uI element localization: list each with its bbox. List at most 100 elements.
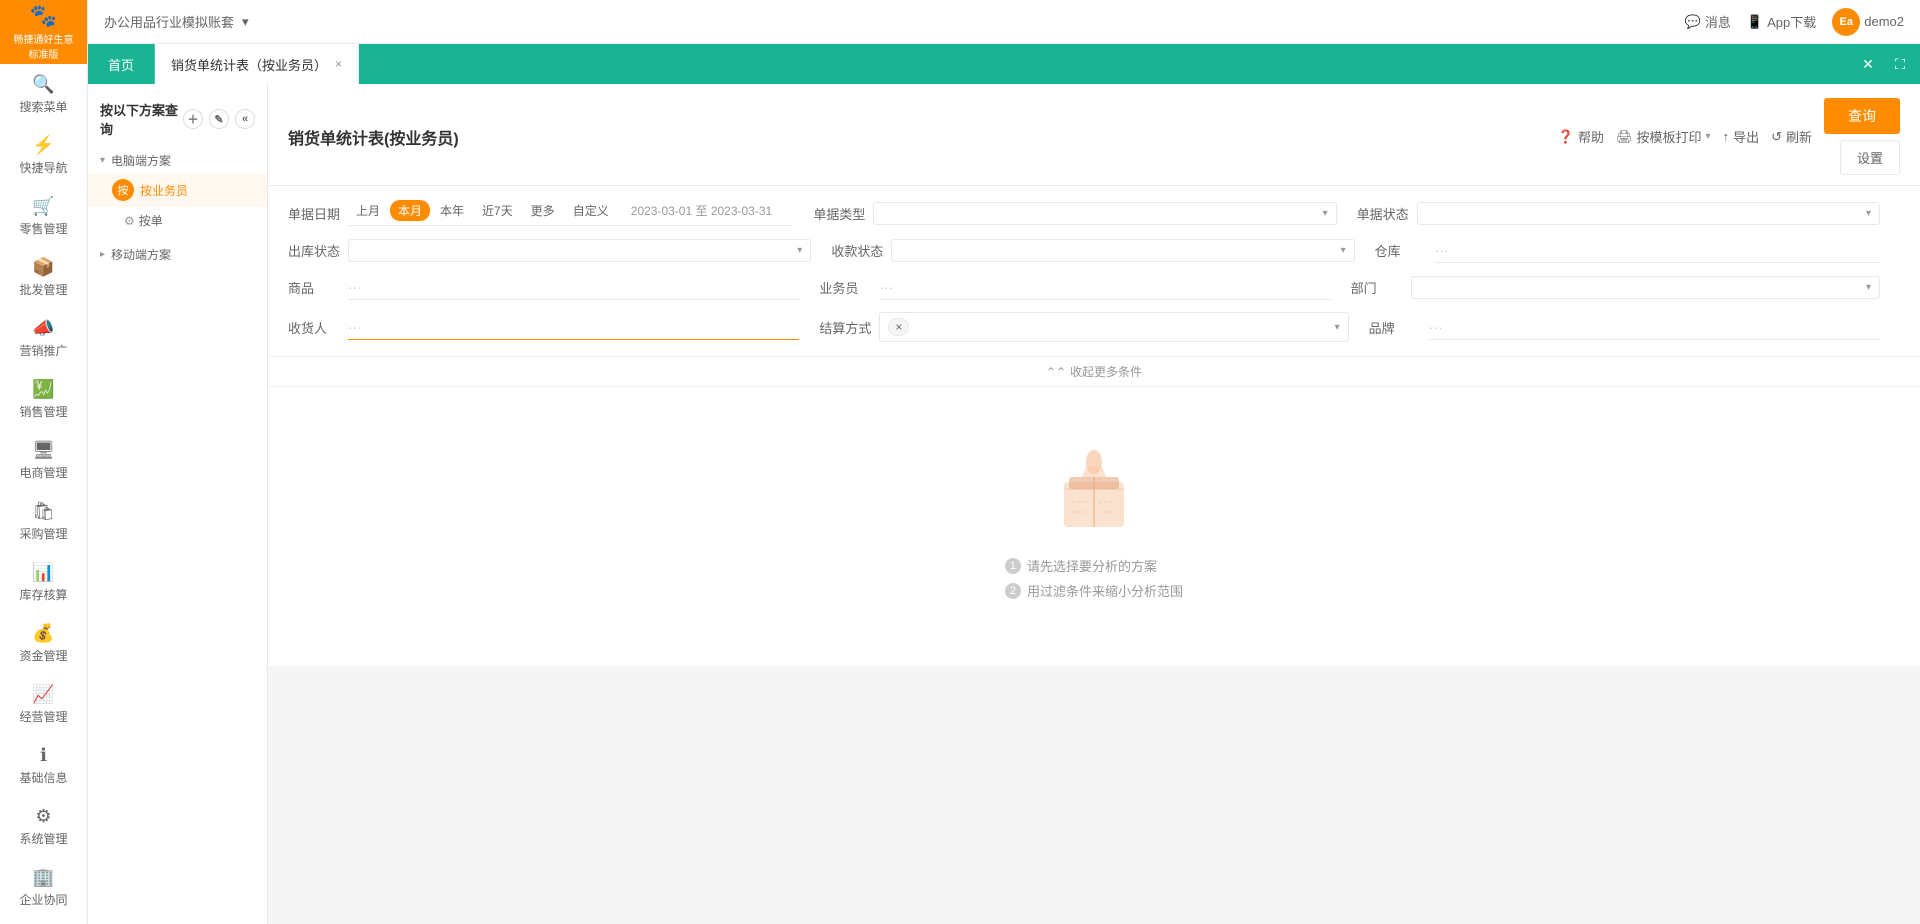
topbar-right: 💬 消息 📱 App下载 Ea demo2	[1685, 8, 1904, 36]
sidebar-item-marketing[interactable]: 📣 营销推广	[0, 308, 88, 369]
sidebar-item-retail[interactable]: 🛒 零售管理	[0, 186, 88, 247]
add-scheme-button[interactable]: ＋	[183, 109, 203, 129]
scheme-item-byorder[interactable]: ⚙ 按单	[88, 207, 267, 234]
setting-button[interactable]: 设置	[1840, 140, 1900, 175]
filter-row-3: 商品 ··· 业务员 ··· 部门 ▾	[288, 275, 1900, 300]
help-button[interactable]: ❓ 帮助	[1558, 127, 1604, 146]
message-label: 消息	[1705, 12, 1731, 31]
date-btn-this-year[interactable]: 本年	[432, 200, 472, 221]
settlement-select[interactable]: × ▾	[879, 312, 1348, 342]
sidebar-item-purchase[interactable]: 🛍 采购管理	[0, 491, 88, 552]
export-icon: ↑	[1723, 129, 1730, 144]
sales-icon: 💹	[32, 379, 54, 400]
refresh-label: 刷新	[1786, 127, 1812, 146]
user-name-label: demo2	[1864, 14, 1904, 29]
basicinfo-icon: ℹ	[40, 745, 47, 766]
message-button[interactable]: 💬 消息	[1685, 12, 1731, 31]
warehouse-dots: ···	[1435, 242, 1880, 258]
filter-row-2: 出库状态 ▾ 收款状态 ▾ 仓库 ···	[288, 238, 1900, 263]
window-expand-button[interactable]: ⛶	[1888, 52, 1912, 76]
query-button[interactable]: 查询	[1824, 98, 1900, 134]
sidebar-item-sales[interactable]: 💹 销售管理	[0, 369, 88, 430]
sidebar-item-operations[interactable]: 📈 经营管理	[0, 674, 88, 735]
app-logo: 🐾 畅捷通好生意 标准版	[0, 0, 88, 64]
user-menu[interactable]: Ea demo2	[1832, 8, 1904, 36]
collapse-filters-button[interactable]: ⌃⌃ 收起更多条件	[268, 357, 1920, 387]
sidebar-item-newuser[interactable]: 🎯 新手引导	[0, 918, 88, 924]
operations-icon: 📈	[32, 684, 54, 705]
sidebar-item-inventory[interactable]: 📊 库存核算	[0, 552, 88, 613]
left-panel-header: 按以下方案查询 ＋ ✎ «	[88, 94, 267, 144]
mobile-section-arrow: ▸	[100, 249, 105, 260]
sidebar-item-retail-label: 零售管理	[19, 220, 67, 237]
settlement-clear-tag[interactable]: ×	[888, 318, 909, 336]
sidebar-item-system[interactable]: ⚙ 系统管理	[0, 796, 88, 857]
tip1-text: 请先选择要分析的方案	[1027, 556, 1157, 575]
main-area: 办公用品行业模拟账套 ▾ 💬 消息 📱 App下载 Ea demo2 首页 销货…	[88, 0, 1920, 924]
tab-sales-stats[interactable]: 销货单统计表（按业务员） ×	[155, 44, 359, 84]
scheme-icon-salesperson: 按	[112, 179, 134, 201]
department-select[interactable]: ▾	[1411, 276, 1880, 299]
doc-type-select[interactable]: ▾	[873, 202, 1336, 225]
out-status-label: 出库状态	[288, 241, 348, 260]
sidebar-item-finance-label: 资金管理	[19, 647, 67, 664]
page-header: 销货单统计表(按业务员) ❓ 帮助 🖨 按模板打印 ▾ ↑ 导出	[268, 84, 1920, 186]
sidebar-item-wholesale[interactable]: 📦 批发管理	[0, 247, 88, 308]
date-btn-more[interactable]: 更多	[523, 200, 563, 221]
department-label: 部门	[1351, 278, 1411, 297]
sidebar-item-enterprise[interactable]: 🏢 企业协同	[0, 857, 88, 918]
page-title: 销货单统计表(按业务员)	[288, 125, 459, 149]
date-btn-7days[interactable]: 近7天	[474, 200, 521, 221]
tab-expand-controls: ✕ ⛶	[1856, 52, 1912, 76]
date-btn-last-month[interactable]: 上月	[348, 200, 388, 221]
doc-status-select[interactable]: ▾	[1417, 202, 1880, 225]
date-filters: 上月 本月 本年 近7天 更多 自定义	[348, 200, 617, 221]
out-status-select[interactable]: ▾	[348, 239, 811, 262]
print-icon: 🖨	[1616, 129, 1633, 145]
edit-scheme-button[interactable]: ✎	[209, 109, 229, 129]
collapse-arrow-icon: ⌃⌃	[1046, 365, 1066, 379]
brand-field[interactable]: ···	[1429, 315, 1880, 340]
sidebar: 🐾 畅捷通好生意 标准版 🔍 搜索菜单 ⚡ 快捷导航 🛒 零售管理 📦 批发管理…	[0, 0, 88, 924]
collapse-panel-button[interactable]: «	[235, 109, 255, 129]
logo-text: 畅捷通好生意	[14, 31, 74, 46]
consignee-field[interactable]: ···	[348, 315, 799, 340]
warehouse-field[interactable]: ···	[1435, 238, 1880, 263]
help-icon: ❓	[1558, 129, 1574, 145]
tree-section-mobile: ▸ 移动端方案	[88, 238, 267, 271]
payment-status-select[interactable]: ▾	[891, 239, 1354, 262]
inventory-icon: 📊	[32, 562, 54, 583]
date-btn-custom[interactable]: 自定义	[565, 200, 617, 221]
refresh-button[interactable]: ↺ 刷新	[1771, 127, 1812, 146]
scheme-label-byorder: 按单	[139, 212, 163, 229]
tree-section-pc-header[interactable]: ▾ 电脑端方案	[88, 148, 267, 173]
sidebar-item-sales-label: 销售管理	[19, 403, 67, 420]
topbar-dropdown-arrow[interactable]: ▾	[242, 14, 249, 30]
app-download-button[interactable]: 📱 App下载	[1747, 12, 1816, 31]
page-actions: ❓ 帮助 🖨 按模板打印 ▾ ↑ 导出 ↺ 刷新	[1558, 98, 1900, 175]
sidebar-item-system-label: 系统管理	[19, 830, 67, 847]
tab-home[interactable]: 首页	[88, 44, 155, 84]
sidebar-item-purchase-label: 采购管理	[19, 525, 67, 542]
scheme-item-salesperson[interactable]: 按 按业务员	[88, 173, 267, 207]
tip2-text: 用过滤条件来缩小分析范围	[1027, 581, 1183, 600]
tree-section-mobile-header[interactable]: ▸ 移动端方案	[88, 242, 267, 267]
sidebar-item-ecommerce[interactable]: 🖥 电商管理	[0, 430, 88, 491]
left-panel-title: 按以下方案查询	[100, 100, 183, 138]
sidebar-item-basicinfo[interactable]: ℹ 基础信息	[0, 735, 88, 796]
sidebar-item-search[interactable]: 🔍 搜索菜单	[0, 64, 88, 125]
empty-state: 1 请先选择要分析的方案 2 用过滤条件来缩小分析范围	[268, 387, 1920, 666]
sidebar-item-finance[interactable]: 💰 资金管理	[0, 613, 88, 674]
sidebar-item-inventory-label: 库存核算	[19, 586, 67, 603]
left-panel: 按以下方案查询 ＋ ✎ « ▾ 电脑端方案	[88, 84, 268, 924]
export-button[interactable]: ↑ 导出	[1723, 127, 1760, 146]
window-close-button[interactable]: ✕	[1856, 52, 1880, 76]
salesperson-field[interactable]: ···	[879, 275, 1330, 300]
tab-close-button[interactable]: ×	[335, 57, 342, 71]
app-name-label: 办公用品行业模拟账套	[104, 12, 234, 31]
tree-section-pc: ▾ 电脑端方案 按 按业务员 ⚙ 按单	[88, 144, 267, 238]
goods-field[interactable]: ···	[348, 275, 799, 300]
print-button[interactable]: 🖨 按模板打印 ▾	[1616, 127, 1711, 146]
date-btn-this-month[interactable]: 本月	[390, 200, 430, 221]
sidebar-item-quicknav[interactable]: ⚡ 快捷导航	[0, 125, 88, 186]
